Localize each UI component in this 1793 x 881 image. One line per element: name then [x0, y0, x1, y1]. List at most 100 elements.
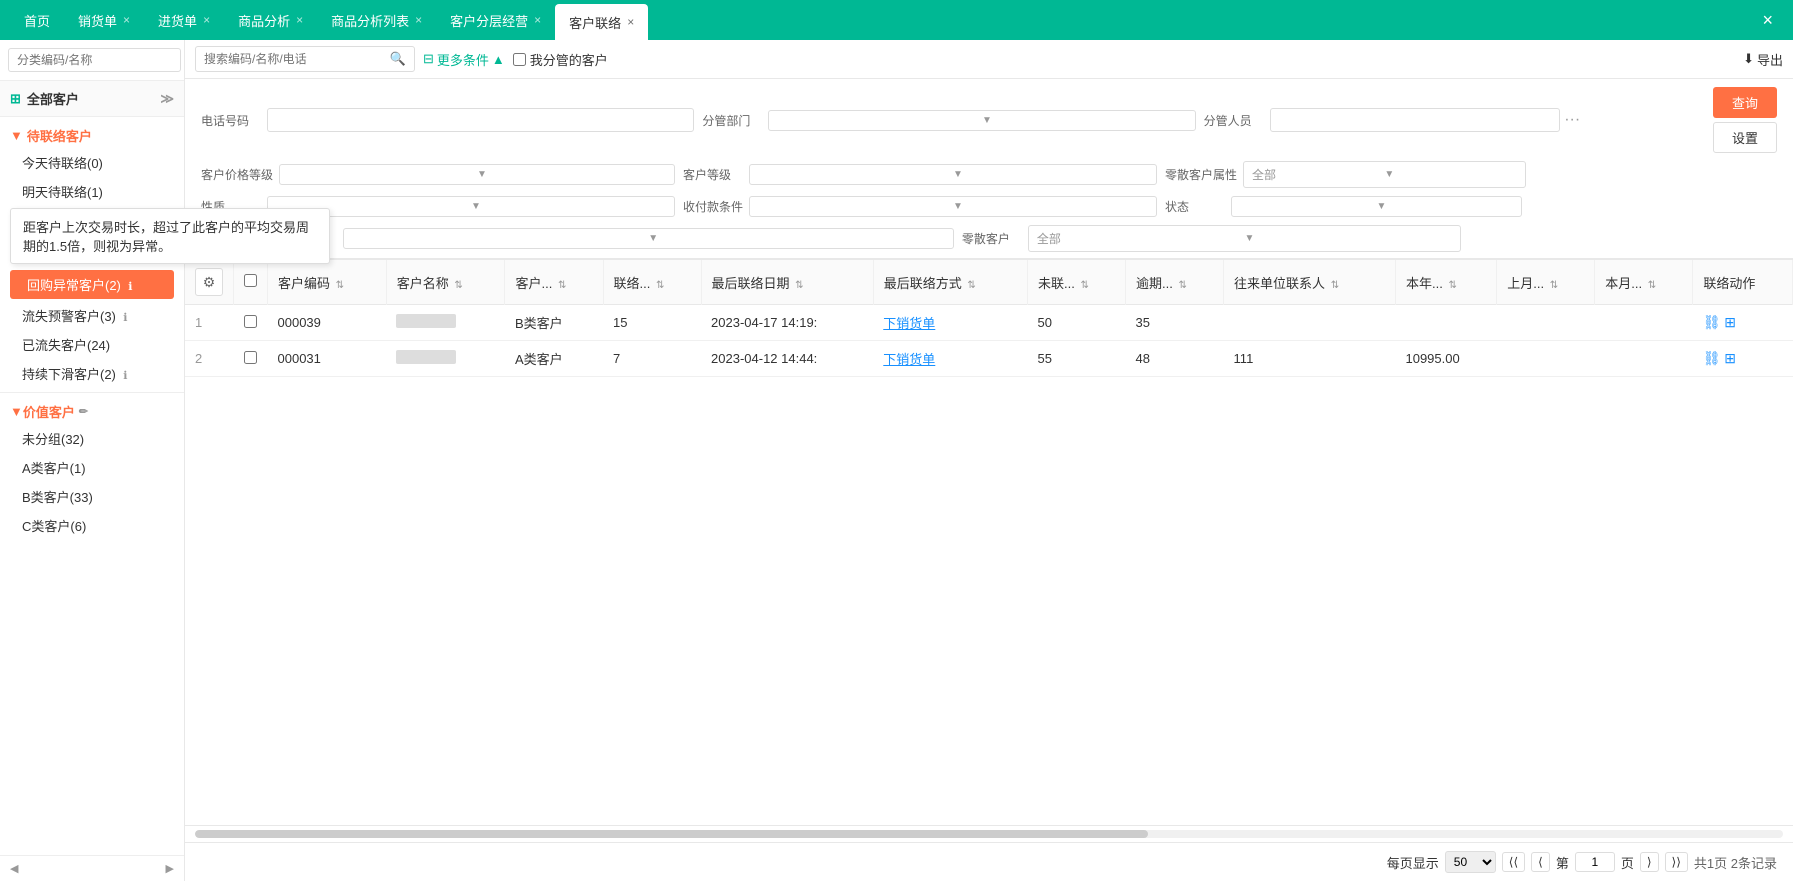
retail-customer-select[interactable]: 全部 ▼: [1028, 225, 1461, 252]
department-select[interactable]: ▼: [768, 110, 1195, 131]
customer-level-select[interactable]: ▼: [749, 164, 1157, 185]
customer-level-chevron: ▼: [953, 169, 1148, 180]
sidebar-right-arrow[interactable]: ▶: [166, 862, 174, 875]
col-this-month-header[interactable]: 本月... ⇅: [1595, 260, 1693, 305]
nav-sales[interactable]: 销货单 ×: [64, 0, 144, 40]
nav-product-analysis-list[interactable]: 商品分析列表 ×: [317, 0, 436, 40]
scroll-thumb[interactable]: [195, 830, 1148, 838]
setting-button[interactable]: 设置: [1713, 122, 1777, 153]
next-page-button[interactable]: ⟩: [1640, 852, 1659, 872]
pagination-bar: 每页显示 50 100 200 ⟨⟨ ⟨ 第 页 ⟩ ⟩⟩ 共1页 2条记录: [185, 842, 1793, 881]
per-page-select[interactable]: 50 100 200: [1445, 851, 1496, 873]
edit-icon[interactable]: ✏: [79, 405, 88, 418]
current-page-input[interactable]: [1575, 852, 1615, 872]
row1-link-icon[interactable]: ⛓: [1703, 314, 1721, 330]
table-row: 1 000039 B类客户 15 2023-04-17 14:19: 下销货单 …: [185, 305, 1793, 341]
sidebar-item-repurchase-abnormal[interactable]: 回购异常客户(2) ℹ: [10, 270, 174, 299]
col-company-contact-header[interactable]: 往来单位联系人 ⇅: [1224, 260, 1396, 305]
col-contact-header[interactable]: 联络... ⇅: [603, 260, 701, 305]
row2-last-contact-method[interactable]: 下销货单: [873, 341, 1027, 377]
phone-input[interactable]: [267, 108, 694, 132]
my-customer-checkbox[interactable]: [513, 53, 526, 66]
filter-row-3: 性质 ▼ 收付款条件 ▼ 状态: [201, 196, 1777, 217]
sidebar-item-class-c[interactable]: C类客户(6): [0, 511, 184, 540]
retail-attr-chevron: ▼: [1384, 169, 1516, 180]
sidebar-item-class-a[interactable]: A类客户(1): [0, 453, 184, 482]
col-gear[interactable]: ⚙: [185, 260, 234, 305]
status-select[interactable]: ▼: [1231, 196, 1522, 217]
sidebar-item-tomorrow[interactable]: 明天待联络(1): [0, 177, 184, 206]
sidebar-item-unclassified[interactable]: 未分组(32): [0, 424, 184, 453]
scroll-track[interactable]: [195, 830, 1783, 838]
sidebar-item-lost[interactable]: 已流失客户(24): [0, 330, 184, 359]
nav-sales-close[interactable]: ×: [123, 13, 130, 27]
sidebar-pending-title[interactable]: ▼ 待联络客户: [0, 121, 184, 148]
uncontacted-sort-icon: ⇅: [1080, 280, 1088, 291]
export-button[interactable]: ⬇ 导出: [1743, 50, 1783, 69]
row2-this-month: [1595, 341, 1693, 377]
row1-type: B类客户: [505, 305, 603, 341]
col-type-header[interactable]: 客户... ⇅: [505, 260, 603, 305]
col-uncontacted-header[interactable]: 未联... ⇅: [1027, 260, 1125, 305]
row2-code[interactable]: 000031: [268, 341, 387, 377]
col-name-header[interactable]: 客户名称 ⇅: [386, 260, 505, 305]
row2-last-month: [1497, 341, 1595, 377]
sidebar-collapse-icon[interactable]: ≫: [160, 91, 174, 107]
row1-overdue: 35: [1126, 305, 1224, 341]
col-last-contact-method-header[interactable]: 最后联络方式 ⇅: [873, 260, 1027, 305]
nav-home[interactable]: 首页: [10, 0, 64, 40]
price-level-select[interactable]: ▼: [279, 164, 675, 185]
row1-select-checkbox[interactable]: [244, 315, 257, 328]
nav-purchase[interactable]: 进货单 ×: [144, 0, 224, 40]
sidebar-item-today[interactable]: 今天待联络(0): [0, 148, 184, 177]
col-last-contact-date-header[interactable]: 最后联络日期 ⇅: [701, 260, 873, 305]
col-this-year-header[interactable]: 本年... ⇅: [1395, 260, 1496, 305]
filter-row-4: ··· 客户类型 ▼ 零散客户 全部 ▼: [201, 225, 1777, 252]
window-close-button[interactable]: ×: [1752, 10, 1783, 31]
nav-product-analysis[interactable]: 商品分析 ×: [224, 0, 317, 40]
customer-type-select[interactable]: ▼: [343, 228, 954, 249]
retail-attr-select[interactable]: 全部 ▼: [1243, 161, 1526, 188]
last-page-button[interactable]: ⟩⟩: [1665, 852, 1688, 872]
this-year-sort-icon: ⇅: [1448, 280, 1456, 291]
nav-customer-contact[interactable]: 客户联络 ×: [555, 4, 648, 40]
query-button[interactable]: 查询: [1713, 87, 1777, 118]
payment-terms-select[interactable]: ▼: [749, 196, 1157, 217]
row1-code[interactable]: 000039: [268, 305, 387, 341]
page-unit: 页: [1621, 853, 1634, 872]
row1-last-contact-method[interactable]: 下销货单: [873, 305, 1027, 341]
sidebar-item-class-b[interactable]: B类客户(33): [0, 482, 184, 511]
col-last-month-header[interactable]: 上月... ⇅: [1497, 260, 1595, 305]
col-code-header[interactable]: 客户编码 ⇅: [268, 260, 387, 305]
manager-input[interactable]: [1270, 108, 1561, 132]
contact-sort-icon: ⇅: [656, 280, 664, 291]
manager-dots[interactable]: ···: [1564, 111, 1580, 129]
gear-icon-btn[interactable]: ⚙: [195, 268, 223, 296]
row2-select-checkbox[interactable]: [244, 351, 257, 364]
row1-uncontacted: 50: [1027, 305, 1125, 341]
company-contact-sort-icon: ⇅: [1331, 280, 1339, 291]
first-page-button[interactable]: ⟨⟨: [1502, 852, 1525, 872]
sidebar-item-loss-warning[interactable]: 流失预警客户(3) ℹ: [0, 301, 184, 330]
sidebar-search-input[interactable]: [8, 48, 181, 72]
nav-customer-contact-close[interactable]: ×: [627, 15, 634, 29]
nav-product-analysis-close[interactable]: ×: [296, 13, 303, 27]
select-all-checkbox[interactable]: [244, 274, 257, 287]
row2-link-icon[interactable]: ⛓: [1703, 350, 1721, 366]
main-search-input[interactable]: [204, 52, 390, 66]
row1-grid-icon[interactable]: ⊞: [1724, 314, 1736, 330]
nav-purchase-close[interactable]: ×: [203, 13, 210, 27]
nav-customer-tier-close[interactable]: ×: [534, 13, 541, 27]
sidebar-item-declining[interactable]: 持续下滑客户(2) ℹ: [0, 359, 184, 388]
sidebar-left-arrow[interactable]: ◀: [10, 862, 18, 875]
sidebar-value-customer-title[interactable]: ▼ 价值客户 ✏: [0, 397, 184, 424]
row2-num: 2: [185, 341, 234, 377]
info-icon-declining: ℹ: [123, 370, 127, 382]
nav-customer-tier[interactable]: 客户分层经营 ×: [436, 0, 555, 40]
prev-page-button[interactable]: ⟨: [1531, 852, 1550, 872]
more-filter-button[interactable]: ⊟ 更多条件 ▲: [423, 50, 505, 69]
col-overdue-header[interactable]: 逾期... ⇅: [1126, 260, 1224, 305]
row2-grid-icon[interactable]: ⊞: [1724, 350, 1736, 366]
main-search-icon[interactable]: 🔍: [390, 51, 406, 67]
nav-product-analysis-list-close[interactable]: ×: [415, 13, 422, 27]
